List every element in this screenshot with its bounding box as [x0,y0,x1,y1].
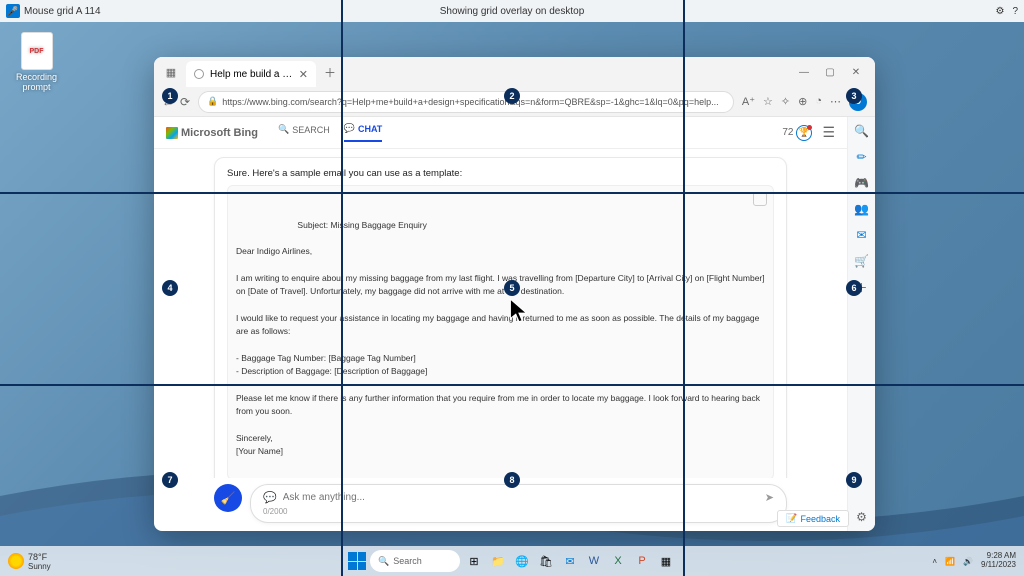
excel-icon[interactable]: X [608,551,628,571]
feedback-button[interactable]: 📝 Feedback [777,510,849,527]
edge-icon[interactable]: 🌐 [512,551,532,571]
bing-sidebar-button[interactable]: b [849,93,867,111]
extensions-icon[interactable]: ⊕ [798,95,807,108]
chat-icon: 💬 [263,491,277,504]
clock[interactable]: 9:28 AM 9/11/2023 [981,552,1016,570]
sidebar-shopping-icon[interactable]: 🛒 [854,253,870,269]
sidebar-office-icon[interactable]: 👥 [854,201,870,217]
minimize-button[interactable]: — [797,67,811,78]
edge-browser-window: ▦ Help me build a design specific ✕ ＋ — … [154,57,875,531]
email-template-block: Subject: Missing Baggage Enquiry Dear In… [227,185,774,478]
wifi-icon[interactable]: 📶 [945,557,955,566]
tab-actions-icon[interactable]: ▦ [160,61,182,83]
tab-search[interactable]: 🔍 SEARCH [278,123,330,142]
back-button[interactable]: ← [162,95,174,109]
browser-titlebar: ▦ Help me build a design specific ✕ ＋ — … [154,57,875,87]
weather-widget[interactable]: 78°FSunny [8,552,51,571]
sun-icon [8,553,24,569]
new-tab-button[interactable]: ＋ [320,62,340,82]
volume-icon[interactable]: 🔊 [963,557,973,566]
copy-button[interactable] [753,192,767,206]
sidebar-outlook-icon[interactable]: ✉ [854,227,870,243]
ai-response-card: Sure. Here's a sample email you can use … [214,157,787,478]
send-button[interactable]: ➤ [765,491,774,504]
bing-logo: Microsoft Bing [166,127,258,139]
store-icon[interactable]: 🛍 [536,551,556,571]
taskbar-search[interactable]: 🔍 Search [370,550,460,572]
lock-icon: 🔒 [207,96,218,107]
task-view-icon[interactable]: ⊞ [464,551,484,571]
tab-chat[interactable]: 💬 CHAT [344,123,383,142]
app-icon[interactable]: ▦ [656,551,676,571]
email-body: Subject: Missing Baggage Enquiry Dear In… [236,220,767,456]
ppt-icon[interactable]: P [632,551,652,571]
refresh-button[interactable]: ⟳ [180,95,190,109]
read-aloud-icon[interactable]: A⁺ [742,95,755,108]
menu-icon[interactable]: ⋯ [830,95,841,108]
chat-input-row: 🧹 💬 ➤ 0/2000 [154,478,847,531]
chevron-up-icon[interactable]: ˄ [932,557,937,566]
address-bar: ← ⟳ 🔒 https://www.bing.com/search?q=Help… [154,87,875,117]
sidebar-add-icon[interactable]: ＋ [854,279,870,295]
new-topic-button[interactable]: 🧹 [214,484,242,512]
chat-area: Sure. Here's a sample email you can use … [154,149,847,478]
pdf-label: Recording prompt [16,72,57,92]
sidebar-search-icon[interactable]: 🔍 [854,123,870,139]
chat-input-box[interactable]: 💬 ➤ 0/2000 [250,484,787,523]
chat-input[interactable] [283,492,759,503]
system-tray[interactable]: ˄ 📶 🔊 9:28 AM 9/11/2023 [932,552,1016,570]
sidebar-games-icon[interactable]: 🎮 [854,175,870,191]
help-icon[interactable]: ? [1012,6,1018,17]
topbar-title: Mouse grid A 114 [24,6,101,17]
close-tab-icon[interactable]: ✕ [299,68,308,81]
edge-sidebar: 🔍 ✏ 🎮 👥 ✉ 🛒 ＋ ⚙ [847,117,875,531]
favorite-icon[interactable]: ☆ [763,95,773,108]
mail-icon[interactable]: ✉ [560,551,580,571]
sidebar-settings-icon[interactable]: ⚙ [854,509,870,525]
profile-icon[interactable]: ◔ [815,95,822,108]
url-text: https://www.bing.com/search?q=Help+me+bu… [222,97,718,107]
assistant-topbar: 🎤 Mouse grid A 114 Showing grid overlay … [0,0,1024,22]
favicon-icon [194,69,204,79]
explorer-icon[interactable]: 📁 [488,551,508,571]
char-counter: 0/2000 [263,507,774,516]
url-field[interactable]: 🔒 https://www.bing.com/search?q=Help+me+… [198,91,734,113]
browser-tab[interactable]: Help me build a design specific ✕ [186,61,316,87]
maximize-button[interactable]: ▢ [823,67,837,78]
pdf-icon [21,32,53,70]
close-window-button[interactable]: ✕ [849,67,863,78]
sidebar-tools-icon[interactable]: ✏ [854,149,870,165]
mic-icon: 🎤 [6,4,20,18]
rewards-points[interactable]: 72🏆 [782,125,812,141]
word-icon[interactable]: W [584,551,604,571]
start-button[interactable] [348,552,366,570]
topbar-status: Showing grid overlay on desktop [440,6,585,17]
tab-title: Help me build a design specific [210,69,293,80]
windows-taskbar: 78°FSunny 🔍 Search ⊞ 📁 🌐 🛍 ✉ W X P ▦ ˄ 📶… [0,546,1024,576]
response-intro: Sure. Here's a sample email you can use … [227,168,774,179]
desktop-pdf-shortcut[interactable]: Recording prompt [16,32,57,92]
bing-header: Microsoft Bing 🔍 SEARCH 💬 CHAT 72🏆 ☰ [154,117,847,149]
hamburger-icon[interactable]: ☰ [822,124,835,141]
settings-icon[interactable]: ⚙ [995,6,1004,17]
collections-icon[interactable]: ✧ [781,95,790,108]
trophy-icon: 🏆 [796,125,812,141]
